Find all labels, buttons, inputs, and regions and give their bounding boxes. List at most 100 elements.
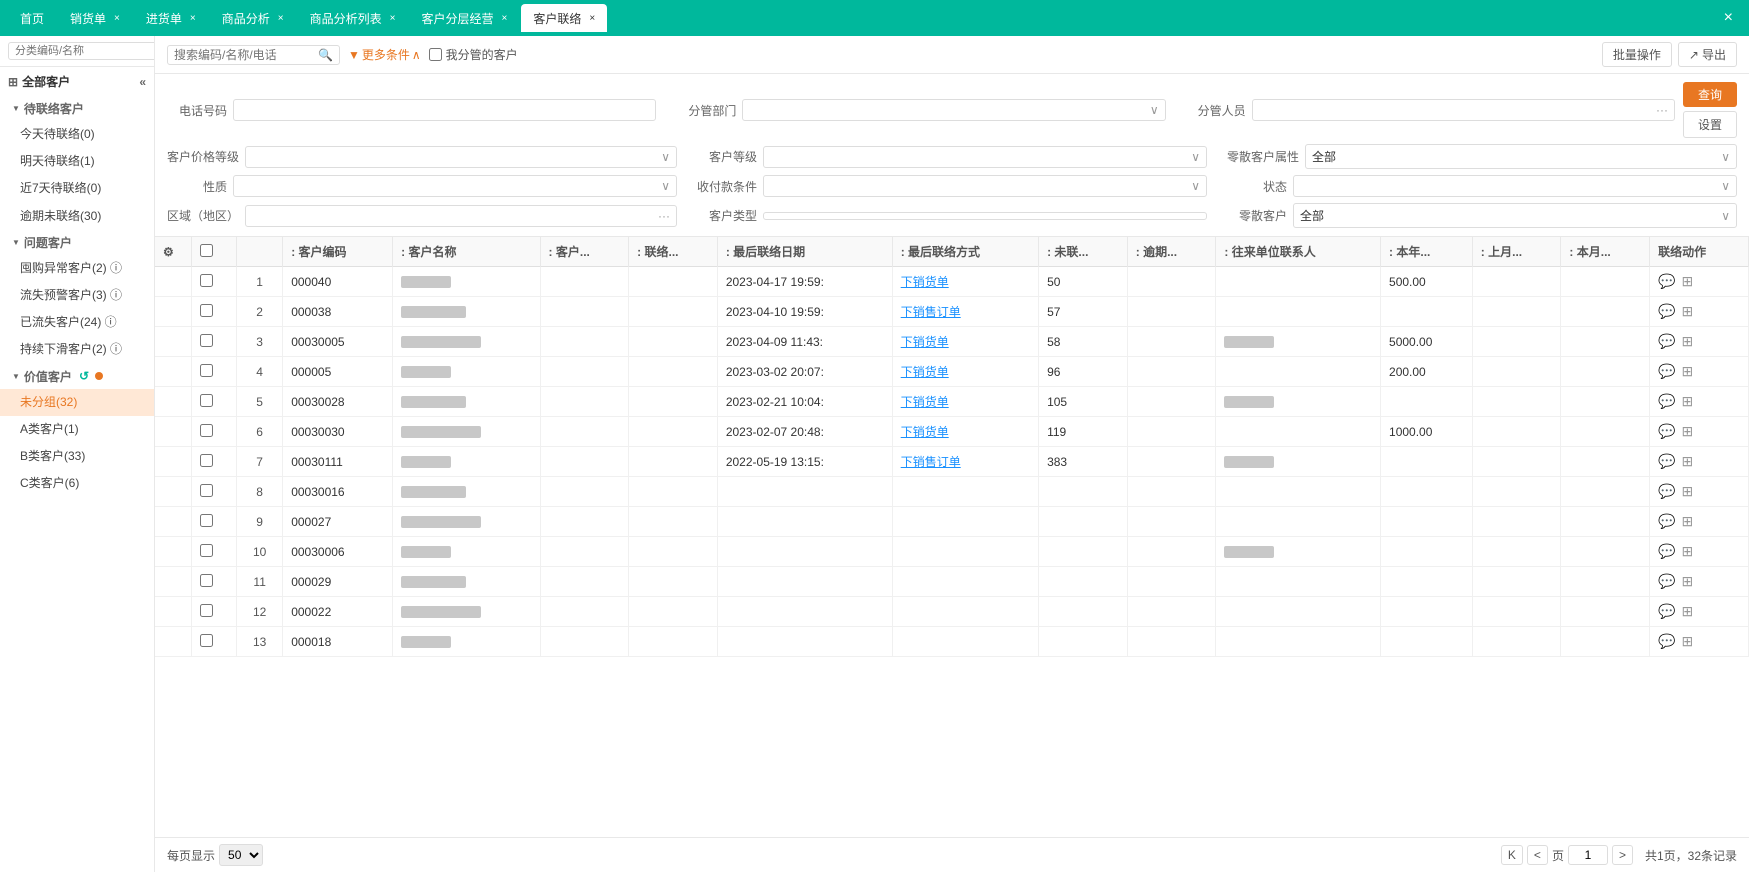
select-all-checkbox[interactable]: [200, 244, 213, 257]
col-setting[interactable]: ⚙: [155, 237, 191, 267]
chat-icon[interactable]: 💬: [1658, 303, 1675, 320]
grid-action-icon[interactable]: ⊞: [1682, 453, 1694, 470]
cust-type-select[interactable]: [763, 212, 1207, 220]
per-page-select[interactable]: 50: [219, 844, 263, 866]
row-checkbox[interactable]: [200, 304, 213, 317]
customer-tier-tab-close[interactable]: ×: [501, 13, 507, 24]
refresh-icon[interactable]: ↺: [79, 369, 89, 383]
chat-icon[interactable]: 💬: [1658, 633, 1675, 650]
retail-customer-select[interactable]: 全部 ∨: [1293, 203, 1737, 228]
row-checkbox[interactable]: [200, 454, 213, 467]
search-input[interactable]: [174, 48, 314, 62]
grid-action-icon[interactable]: ⊞: [1682, 363, 1694, 380]
tab-customer-contact[interactable]: 客户联络 ×: [521, 4, 607, 32]
customer-contact-tab-close[interactable]: ×: [589, 13, 595, 24]
sidebar-search-input[interactable]: [8, 42, 155, 60]
grid-action-icon[interactable]: ⊞: [1682, 303, 1694, 320]
sales-tab-close[interactable]: ×: [114, 13, 120, 24]
group-pending-contact[interactable]: ▼ 待联络客户: [0, 96, 154, 121]
more-filters-button[interactable]: ▼ 更多条件 ∧: [348, 46, 421, 63]
sidebar-item-class-b[interactable]: B类客户(33): [0, 443, 154, 470]
grid-action-icon[interactable]: ⊞: [1682, 543, 1694, 560]
chat-icon[interactable]: 💬: [1658, 393, 1675, 410]
sidebar-item-7days[interactable]: 近7天待联络(0): [0, 175, 154, 202]
chat-icon[interactable]: 💬: [1658, 333, 1675, 350]
phone-input[interactable]: [233, 99, 656, 121]
col-name[interactable]: : 客户名称: [393, 237, 540, 267]
col-overdue[interactable]: : 逾期...: [1127, 237, 1216, 267]
goods-list-tab-close[interactable]: ×: [390, 13, 396, 24]
row-checkbox[interactable]: [200, 334, 213, 347]
grid-action-icon[interactable]: ⊞: [1682, 483, 1694, 500]
manager-select[interactable]: ···: [1252, 99, 1675, 121]
query-button[interactable]: 查询: [1683, 82, 1737, 107]
col-contact[interactable]: : 联络...: [629, 237, 718, 267]
group-problem-customers[interactable]: ▼ 问题客户: [0, 230, 154, 255]
purchase-tab-close[interactable]: ×: [190, 13, 196, 24]
row-checkbox[interactable]: [200, 514, 213, 527]
window-close-button[interactable]: ×: [1716, 9, 1741, 27]
row-checkbox[interactable]: [200, 394, 213, 407]
sidebar-item-abnormal-hoarding[interactable]: 囤购异常客户(2) ⓘ: [0, 255, 154, 282]
cust-level-select[interactable]: ∨: [763, 146, 1207, 168]
grid-action-icon[interactable]: ⊞: [1682, 633, 1694, 650]
grid-action-icon[interactable]: ⊞: [1682, 423, 1694, 440]
col-cust-type[interactable]: : 客户...: [540, 237, 629, 267]
goods-analysis-tab-close[interactable]: ×: [278, 13, 284, 24]
region-select[interactable]: ···: [245, 205, 677, 227]
tab-sales[interactable]: 销货单 ×: [58, 4, 132, 32]
sidebar-item-declining[interactable]: 持续下滑客户(2) ⓘ: [0, 336, 154, 363]
all-customers-header[interactable]: ⊞ 全部客户 «: [0, 67, 154, 96]
sidebar-collapse-icon[interactable]: «: [139, 75, 146, 89]
payment-select[interactable]: ∨: [763, 175, 1207, 197]
col-last-contact-method[interactable]: : 最后联络方式: [892, 237, 1038, 267]
sidebar-item-churned[interactable]: 已流失客户(24) ⓘ: [0, 309, 154, 336]
grid-action-icon[interactable]: ⊞: [1682, 333, 1694, 350]
next-page-button[interactable]: >: [1612, 845, 1633, 865]
col-this-year[interactable]: : 本年...: [1381, 237, 1473, 267]
col-this-month[interactable]: : 本月...: [1561, 237, 1650, 267]
chat-icon[interactable]: 💬: [1658, 543, 1675, 560]
chat-icon[interactable]: 💬: [1658, 363, 1675, 380]
col-code[interactable]: : 客户编码: [283, 237, 393, 267]
grid-action-icon[interactable]: ⊞: [1682, 273, 1694, 290]
tab-home[interactable]: 首页: [8, 4, 56, 32]
reset-button[interactable]: 设置: [1683, 111, 1737, 138]
chat-icon[interactable]: 💬: [1658, 513, 1675, 530]
row-checkbox[interactable]: [200, 364, 213, 377]
chat-icon[interactable]: 💬: [1658, 453, 1675, 470]
gear-icon[interactable]: ⚙: [163, 245, 174, 259]
row-checkbox[interactable]: [200, 574, 213, 587]
tab-customer-tier[interactable]: 客户分层经营 ×: [409, 4, 519, 32]
row-checkbox[interactable]: [200, 484, 213, 497]
row-checkbox[interactable]: [200, 274, 213, 287]
col-uncontacted[interactable]: : 未联...: [1039, 237, 1128, 267]
sidebar-item-tomorrow[interactable]: 明天待联络(1): [0, 148, 154, 175]
group-value-customers[interactable]: ▼ 价值客户 ↺: [0, 364, 154, 389]
status-select[interactable]: ∨: [1293, 175, 1737, 197]
col-last-contact-date[interactable]: : 最后联络日期: [717, 237, 892, 267]
grid-action-icon[interactable]: ⊞: [1682, 393, 1694, 410]
sidebar-item-churn-warning[interactable]: 流失预警客户(3) ⓘ: [0, 282, 154, 309]
batch-op-button[interactable]: 批量操作: [1602, 42, 1672, 67]
my-customers-filter[interactable]: 我分管的客户: [429, 46, 518, 63]
sidebar-item-today[interactable]: 今天待联络(0): [0, 121, 154, 148]
col-unit-contact[interactable]: : 往来单位联系人: [1216, 237, 1381, 267]
grid-action-icon[interactable]: ⊞: [1682, 603, 1694, 620]
first-page-button[interactable]: K: [1501, 845, 1523, 865]
sidebar-item-class-c[interactable]: C类客户(6): [0, 470, 154, 497]
chat-icon[interactable]: 💬: [1658, 603, 1675, 620]
search-icon[interactable]: 🔍: [318, 48, 333, 62]
nature-select[interactable]: ∨: [233, 175, 677, 197]
sidebar-item-class-a[interactable]: A类客户(1): [0, 416, 154, 443]
col-last-month[interactable]: : 上月...: [1472, 237, 1561, 267]
grid-action-icon[interactable]: ⊞: [1682, 573, 1694, 590]
grid-action-icon[interactable]: ⊞: [1682, 513, 1694, 530]
row-checkbox[interactable]: [200, 634, 213, 647]
chat-icon[interactable]: 💬: [1658, 423, 1675, 440]
row-checkbox[interactable]: [200, 604, 213, 617]
dept-select[interactable]: ∨: [742, 99, 1165, 121]
row-checkbox[interactable]: [200, 544, 213, 557]
retail-attr-select[interactable]: 全部 ∨: [1305, 144, 1737, 169]
price-level-select[interactable]: ∨: [245, 146, 677, 168]
